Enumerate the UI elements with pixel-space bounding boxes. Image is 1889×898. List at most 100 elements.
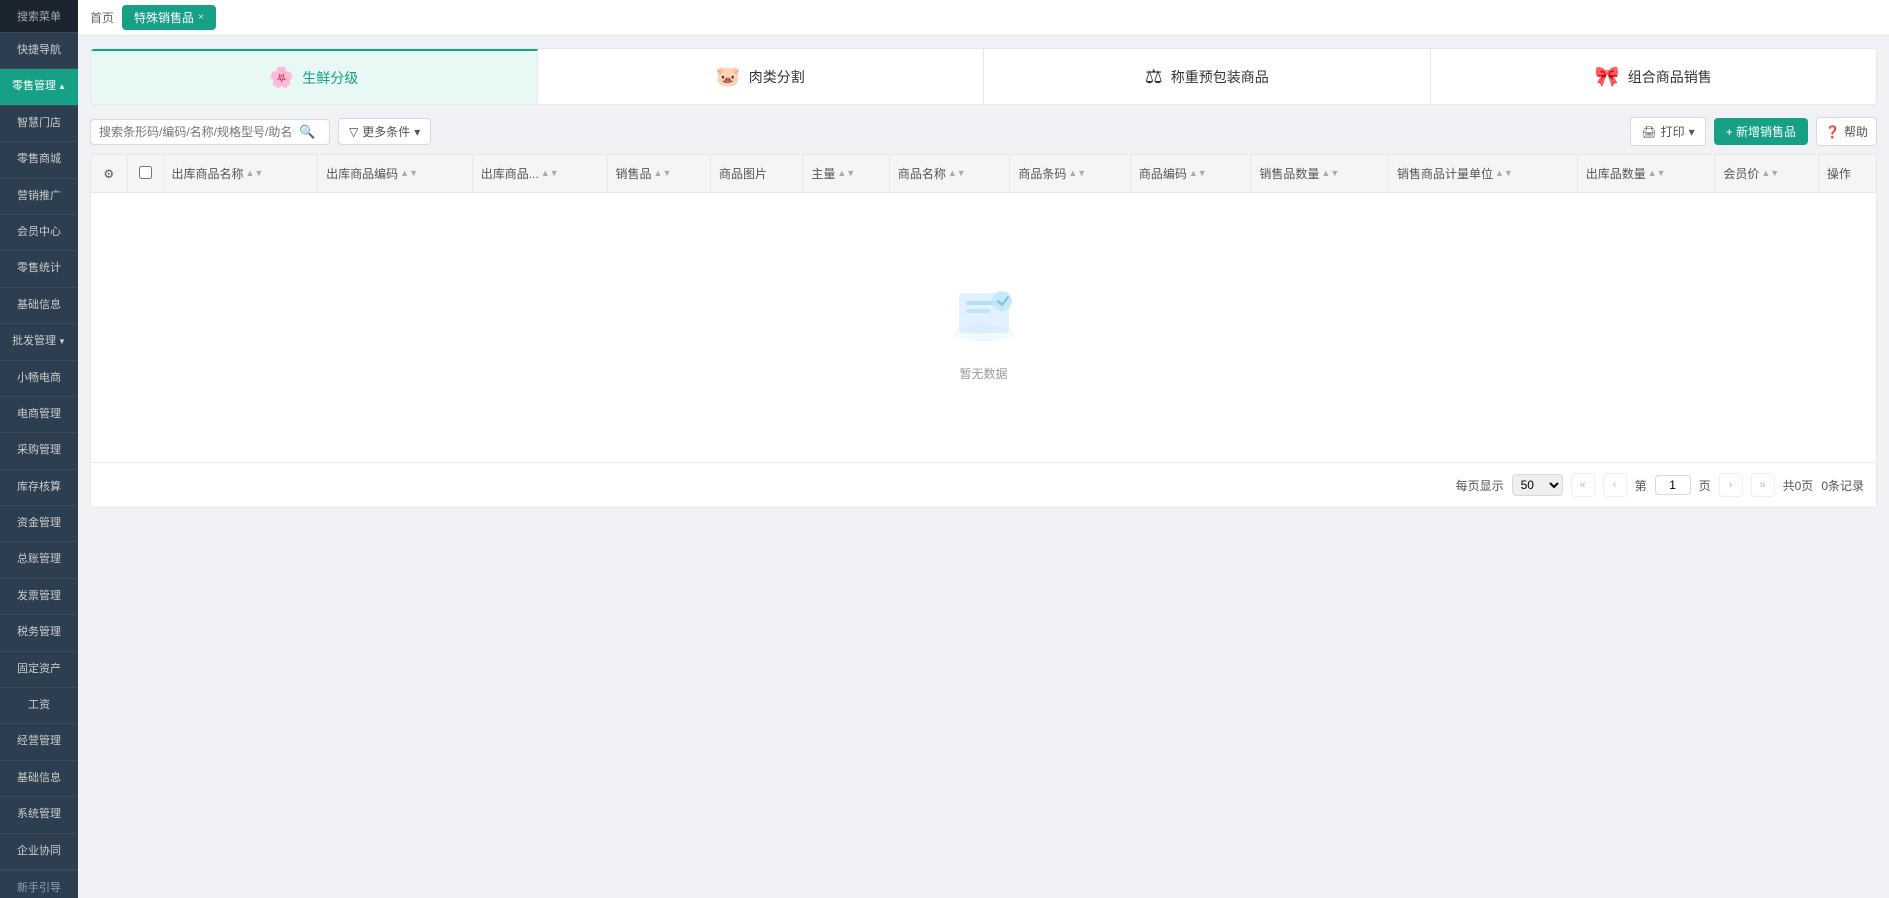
sidebar-item-retail-mgmt[interactable]: 零售管理 ▲ [0,69,78,105]
sidebar-item-fixed-assets[interactable]: 固定资产 [0,652,78,688]
per-page-select[interactable]: 50 10 20 100 [1512,474,1563,496]
tab-fresh-grade[interactable]: 🌸 生鲜分级 [91,49,538,104]
tab-meat-cut[interactable]: 🐷 肉类分割 [538,49,985,104]
page-number-input[interactable] [1655,475,1691,495]
sort-icon-out-product-code: ▲▼ [400,170,418,177]
tab-weight-package-label: 称重预包装商品 [1171,67,1269,87]
tab-combo-sales[interactable]: 🎀 组合商品销售 [1431,49,1877,104]
close-tab-icon[interactable]: × [198,12,204,23]
active-tab[interactable]: 特殊销售品 × [122,5,216,30]
th-product-code[interactable]: 商品编码 ▲▼ [1130,155,1251,193]
add-product-button[interactable]: + 新增销售品 [1714,118,1808,145]
home-tab[interactable]: 首页 [90,9,114,26]
sort-icon-out-product-name: ▲▼ [246,170,264,177]
sidebar-logo[interactable]: 搜索菜单 [0,0,78,33]
sidebar-item-retail-stats[interactable]: 零售统计 [0,251,78,287]
print-button[interactable]: 🖨 打印 ▾ [1630,117,1705,146]
page-nav-last[interactable]: » [1751,473,1775,497]
empty-state: 暂无数据 [91,193,1876,462]
sidebar-item-inventory[interactable]: 库存核算 [0,470,78,506]
th-product-name[interactable]: 商品名称 ▲▼ [889,155,1010,193]
th-out-product-code-label: 出库商品编码 [326,165,398,182]
sidebar-new-guide[interactable]: 新手引导 [0,870,78,898]
tab-meat-cut-label: 肉类分割 [749,67,805,87]
th-out-qty-label: 出库品数量 [1586,165,1646,182]
sidebar-item-enterprise[interactable]: 企业协同 [0,834,78,870]
top-nav: 首页 特殊销售品 × [78,0,1889,36]
th-member-price[interactable]: 会员价 ▲▼ [1715,155,1818,193]
sidebar-item-tax-mgmt[interactable]: 税务管理 [0,615,78,651]
sidebar-item-quick-nav[interactable]: 快捷导航 [0,33,78,69]
sidebar-item-retail-mall[interactable]: 零售商城 [0,142,78,178]
combo-sales-icon: 🎀 [1595,64,1620,89]
filter-button[interactable]: ▽ 更多条件 ▾ [338,118,431,145]
sidebar-item-sales-promo[interactable]: 营销推广 [0,179,78,215]
search-box[interactable]: 🔍 [90,119,330,145]
print-arrow-icon: ▾ [1689,125,1695,139]
empty-text: 暂无数据 [959,365,1007,382]
sidebar: 搜索菜单 快捷导航 零售管理 ▲ 智慧门店 零售商城 营销推广 会员中心 零售统… [0,0,78,898]
sidebar-item-smart-store[interactable]: 智慧门店 [0,106,78,142]
page-label: 页 [1699,477,1711,494]
page-nav-first[interactable]: « [1571,473,1595,497]
th-sales-qty-label: 销售品数量 [1259,165,1319,182]
sidebar-item-hr[interactable]: 工资 [0,688,78,724]
filter-label: 更多条件 [362,123,410,140]
sidebar-item-sys-mgmt[interactable]: 系统管理 [0,797,78,833]
sort-icon-sales-unit: ▲▼ [1495,170,1513,177]
sidebar-item-invoice-mgmt[interactable]: 发票管理 [0,579,78,615]
th-product-code-label: 商品编码 [1139,165,1187,182]
sidebar-item-general-ledger[interactable]: 总账管理 [0,542,78,578]
column-settings-icon[interactable]: ⚙ [103,167,114,181]
th-sales-qty[interactable]: 销售品数量 ▲▼ [1251,155,1389,193]
th-sales-product-label: 销售品 [616,165,652,182]
sidebar-item-member-center[interactable]: 会员中心 [0,215,78,251]
sidebar-item-basic-info[interactable]: 基础信息 [0,288,78,324]
data-table: ⚙ 出库商品名称 ▲▼ 出库 [91,155,1876,462]
toolbar-left: 🔍 ▽ 更多条件 ▾ [90,118,431,145]
sort-icon-product-barcode: ▲▼ [1068,170,1086,177]
sort-icon-member-price: ▲▼ [1761,170,1779,177]
sort-icon-product-code: ▲▼ [1189,170,1207,177]
select-all-checkbox[interactable] [139,166,152,179]
printer-icon: 🖨 [1641,125,1656,139]
tab-weight-package[interactable]: ⚖ 称重预包装商品 [984,49,1431,104]
th-product-image: 商品图片 [711,155,803,193]
page-nav-next[interactable]: › [1719,473,1743,497]
page-content: 🌸 生鲜分级 🐷 肉类分割 ⚖ 称重预包装商品 🎀 组合商品销售 🔍 [78,36,1889,898]
tab-fresh-grade-label: 生鲜分级 [302,68,358,88]
th-out-product-name-label: 出库商品名称 [172,165,244,182]
th-out-product-name[interactable]: 出库商品名称 ▲▼ [163,155,318,193]
sidebar-item-basic-info2[interactable]: 基础信息 [0,761,78,797]
active-tab-label: 特殊销售品 [134,9,194,26]
fresh-grade-icon: 🌸 [269,65,294,90]
th-sales-unit[interactable]: 销售商品计量单位 ▲▼ [1389,155,1578,193]
sidebar-item-wholesale-mgmt[interactable]: 批发管理 ▼ [0,324,78,360]
empty-icon [944,273,1024,353]
th-product-barcode[interactable]: 商品条码 ▲▼ [1010,155,1131,193]
th-checkbox[interactable] [127,155,163,193]
th-product-name-label: 商品名称 [898,165,946,182]
product-type-tabs: 🌸 生鲜分级 🐷 肉类分割 ⚖ 称重预包装商品 🎀 组合商品销售 [90,48,1877,105]
data-table-wrapper: ⚙ 出库商品名称 ▲▼ 出库 [90,154,1877,508]
help-button[interactable]: ❓ 帮助 [1816,117,1877,146]
add-product-label: + 新增销售品 [1726,123,1796,140]
print-label: 打印 [1661,123,1685,140]
sidebar-item-ecom-mgmt[interactable]: 电商管理 [0,397,78,433]
th-main-weight[interactable]: 主量 ▲▼ [803,155,889,193]
sidebar-item-purchase-mgmt[interactable]: 采购管理 [0,433,78,469]
th-out-product-code[interactable]: 出库商品编码 ▲▼ [318,155,473,193]
total-pages: 共0页 [1783,477,1814,494]
th-sales-product[interactable]: 销售品 ▲▼ [607,155,710,193]
sidebar-item-capital-mgmt[interactable]: 资金管理 [0,506,78,542]
th-out-product-short[interactable]: 出库商品... ▲▼ [472,155,607,193]
sidebar-item-mini-ecom[interactable]: 小畅电商 [0,361,78,397]
search-input[interactable] [99,125,299,139]
search-icon[interactable]: 🔍 [299,124,315,140]
total-records: 0条记录 [1821,477,1864,494]
th-out-qty[interactable]: 出库品数量 ▲▼ [1577,155,1715,193]
help-icon: ❓ [1825,125,1840,139]
th-settings[interactable]: ⚙ [91,155,127,193]
page-nav-prev[interactable]: ‹ [1603,473,1627,497]
sidebar-item-ops-mgmt[interactable]: 经营管理 [0,724,78,760]
